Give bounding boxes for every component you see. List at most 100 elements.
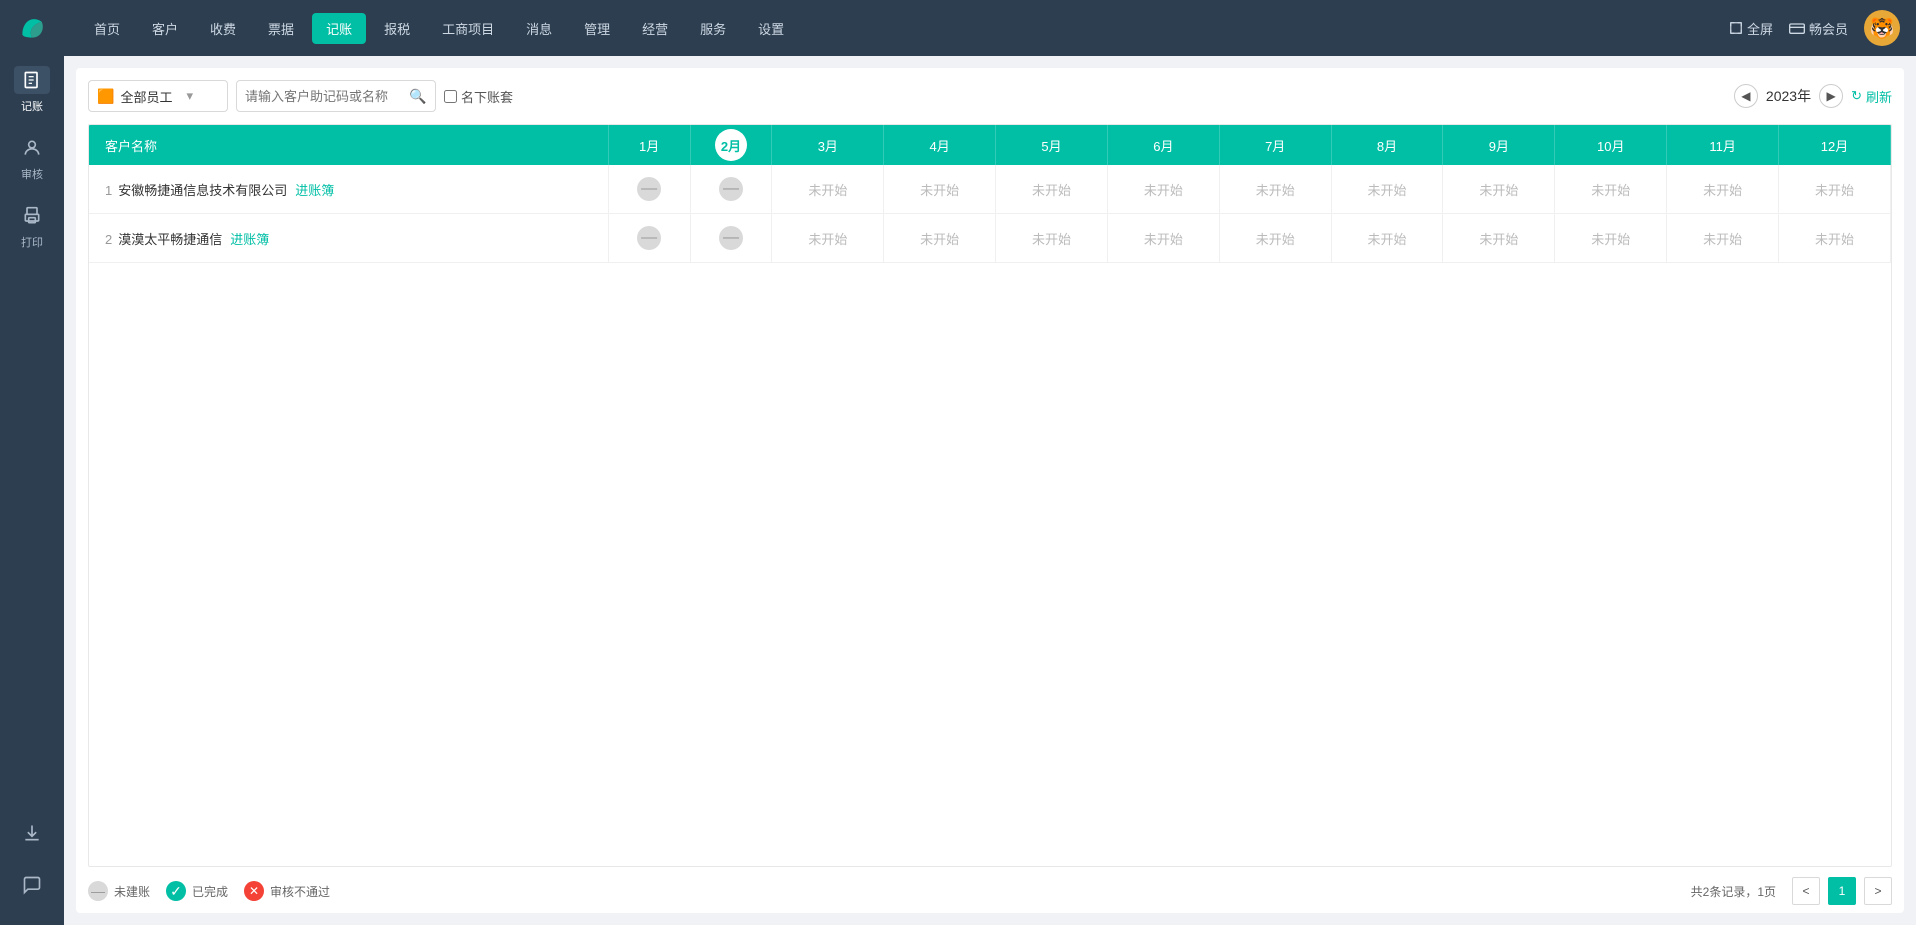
legend-red-dot: ✕ <box>244 881 264 901</box>
fullscreen-btn[interactable]: 全屏 <box>1729 19 1773 38</box>
nav-manage[interactable]: 管理 <box>570 13 624 44</box>
nav-bookkeeping[interactable]: 记账 <box>312 13 366 44</box>
nav-customer[interactable]: 客户 <box>138 13 192 44</box>
sidebar-item-message[interactable] <box>0 861 64 909</box>
prev-page-btn[interactable]: < <box>1792 877 1820 905</box>
cell-client-name: 2漠漠太平畅捷通信进账簿 <box>89 214 608 263</box>
message-icon <box>14 871 50 899</box>
sidebar-item-dayin[interactable]: 打印 <box>0 192 64 260</box>
row-index: 2 <box>105 232 112 247</box>
table-row: 1安徽畅捷通信息技术有限公司进账簿——未开始未开始未开始未开始未开始未开始未开始… <box>89 165 1891 214</box>
next-page-btn[interactable]: > <box>1864 877 1892 905</box>
mingxia-checkbox[interactable] <box>444 90 457 103</box>
year-prev-btn[interactable]: ◀ <box>1734 84 1758 108</box>
cell-month-1: — <box>608 165 690 214</box>
jizhang-icon <box>14 66 50 94</box>
status-not-started: 未开始 <box>1703 183 1742 198</box>
status-not-started: 未开始 <box>1368 183 1407 198</box>
cell-month-8: 未开始 <box>1331 165 1443 214</box>
nav-fee[interactable]: 收费 <box>196 13 250 44</box>
search-box: 🔍 <box>236 80 436 112</box>
vip-label: 畅会员 <box>1809 19 1848 38</box>
employee-icon: 🟧 <box>97 88 114 105</box>
cell-month-2: — <box>690 214 772 263</box>
status-not-started: 未开始 <box>808 183 847 198</box>
user-avatar[interactable]: 🐯 <box>1864 10 1900 46</box>
status-not-started: 未开始 <box>1815 232 1854 247</box>
col-month-4: 4月 <box>884 125 996 165</box>
table-row: 2漠漠太平畅捷通信进账簿——未开始未开始未开始未开始未开始未开始未开始未开始未开… <box>89 214 1891 263</box>
status-not-started: 未开始 <box>1815 183 1854 198</box>
legend-not-built-label: 未建账 <box>114 883 150 900</box>
search-input[interactable] <box>245 89 405 104</box>
nav-service[interactable]: 服务 <box>686 13 740 44</box>
footer: — 未建账 ✓ 已完成 ✕ 审核不通过 共2条记录，1页 < 1 > <box>88 867 1892 913</box>
status-dash-icon: — <box>637 226 661 250</box>
col-month-8: 8月 <box>1331 125 1443 165</box>
col-month-9: 9月 <box>1443 125 1555 165</box>
nav-settings[interactable]: 设置 <box>744 13 798 44</box>
cell-month-12: 未开始 <box>1779 165 1891 214</box>
employee-arrow-icon: ▾ <box>186 88 193 104</box>
enter-link[interactable]: 进账簿 <box>295 183 334 198</box>
year-next-btn[interactable]: ▶ <box>1819 84 1843 108</box>
employee-label: 全部员工 <box>120 87 172 106</box>
sidebar-item-shenhe[interactable]: 审核 <box>0 124 64 192</box>
nav-message[interactable]: 消息 <box>512 13 566 44</box>
cell-month-3: 未开始 <box>772 214 884 263</box>
vip-btn[interactable]: 畅会员 <box>1789 19 1848 38</box>
row-index: 1 <box>105 183 112 198</box>
status-not-started: 未开始 <box>1032 183 1071 198</box>
employee-select[interactable]: 🟧 全部员工 ▾ <box>88 80 228 112</box>
status-not-started: 未开始 <box>1591 183 1630 198</box>
cell-month-2: — <box>690 165 772 214</box>
status-not-started: 未开始 <box>1703 232 1742 247</box>
table-header-row: 客户名称 1月 2月 3月 4月 5月 6月 7月 8月 9月 <box>89 125 1891 165</box>
sidebar-item-label-jizhang: 记账 <box>21 98 43 114</box>
nav-home[interactable]: 首页 <box>80 13 134 44</box>
legend-completed: ✓ 已完成 <box>166 881 228 901</box>
mingxia-label: 名下账套 <box>461 87 513 106</box>
nav-invoice[interactable]: 票据 <box>254 13 308 44</box>
status-dash-icon: — <box>719 177 743 201</box>
sidebar-item-jizhang[interactable]: 记账 <box>0 56 64 124</box>
col-month-6: 6月 <box>1107 125 1219 165</box>
app-logo <box>0 0 64 56</box>
nav-tax[interactable]: 报税 <box>370 13 424 44</box>
cell-month-5: 未开始 <box>996 165 1108 214</box>
cell-month-5: 未开始 <box>996 214 1108 263</box>
cell-month-6: 未开始 <box>1107 165 1219 214</box>
fullscreen-label: 全屏 <box>1747 19 1773 38</box>
cell-month-10: 未开始 <box>1555 214 1667 263</box>
status-dash-icon: — <box>719 226 743 250</box>
status-dash-icon: — <box>637 177 661 201</box>
status-not-started: 未开始 <box>920 232 959 247</box>
content-area: 🟧 全部员工 ▾ 🔍 名下账套 ◀ 2023年 ▶ <box>64 56 1916 925</box>
legend-rejected: ✕ 审核不通过 <box>244 881 330 901</box>
col-month-5: 5月 <box>996 125 1108 165</box>
status-not-started: 未开始 <box>920 183 959 198</box>
refresh-btn[interactable]: ↻ 刷新 <box>1851 87 1892 106</box>
enter-link[interactable]: 进账簿 <box>230 232 269 247</box>
cell-month-8: 未开始 <box>1331 214 1443 263</box>
col-month-7: 7月 <box>1219 125 1331 165</box>
sidebar-item-download[interactable] <box>0 809 64 857</box>
shenhe-icon <box>14 134 50 162</box>
cell-month-6: 未开始 <box>1107 214 1219 263</box>
checkbox-label-mingxia[interactable]: 名下账套 <box>444 87 513 106</box>
main-card: 🟧 全部员工 ▾ 🔍 名下账套 ◀ 2023年 ▶ <box>76 68 1904 913</box>
cell-month-1: — <box>608 214 690 263</box>
sidebar-item-label-shenhe: 审核 <box>21 166 43 182</box>
status-not-started: 未开始 <box>1144 183 1183 198</box>
nav-business[interactable]: 工商项目 <box>428 13 508 44</box>
cell-month-11: 未开始 <box>1667 165 1779 214</box>
legend-teal-dot: ✓ <box>166 881 186 901</box>
search-icon[interactable]: 🔍 <box>409 88 426 105</box>
nav-operate[interactable]: 经营 <box>628 13 682 44</box>
nav-right: 全屏 畅会员 🐯 <box>1729 10 1900 46</box>
cell-month-11: 未开始 <box>1667 214 1779 263</box>
col-month-2: 2月 <box>690 125 772 165</box>
page-1-btn[interactable]: 1 <box>1828 877 1856 905</box>
cell-month-3: 未开始 <box>772 165 884 214</box>
status-not-started: 未开始 <box>1256 183 1295 198</box>
